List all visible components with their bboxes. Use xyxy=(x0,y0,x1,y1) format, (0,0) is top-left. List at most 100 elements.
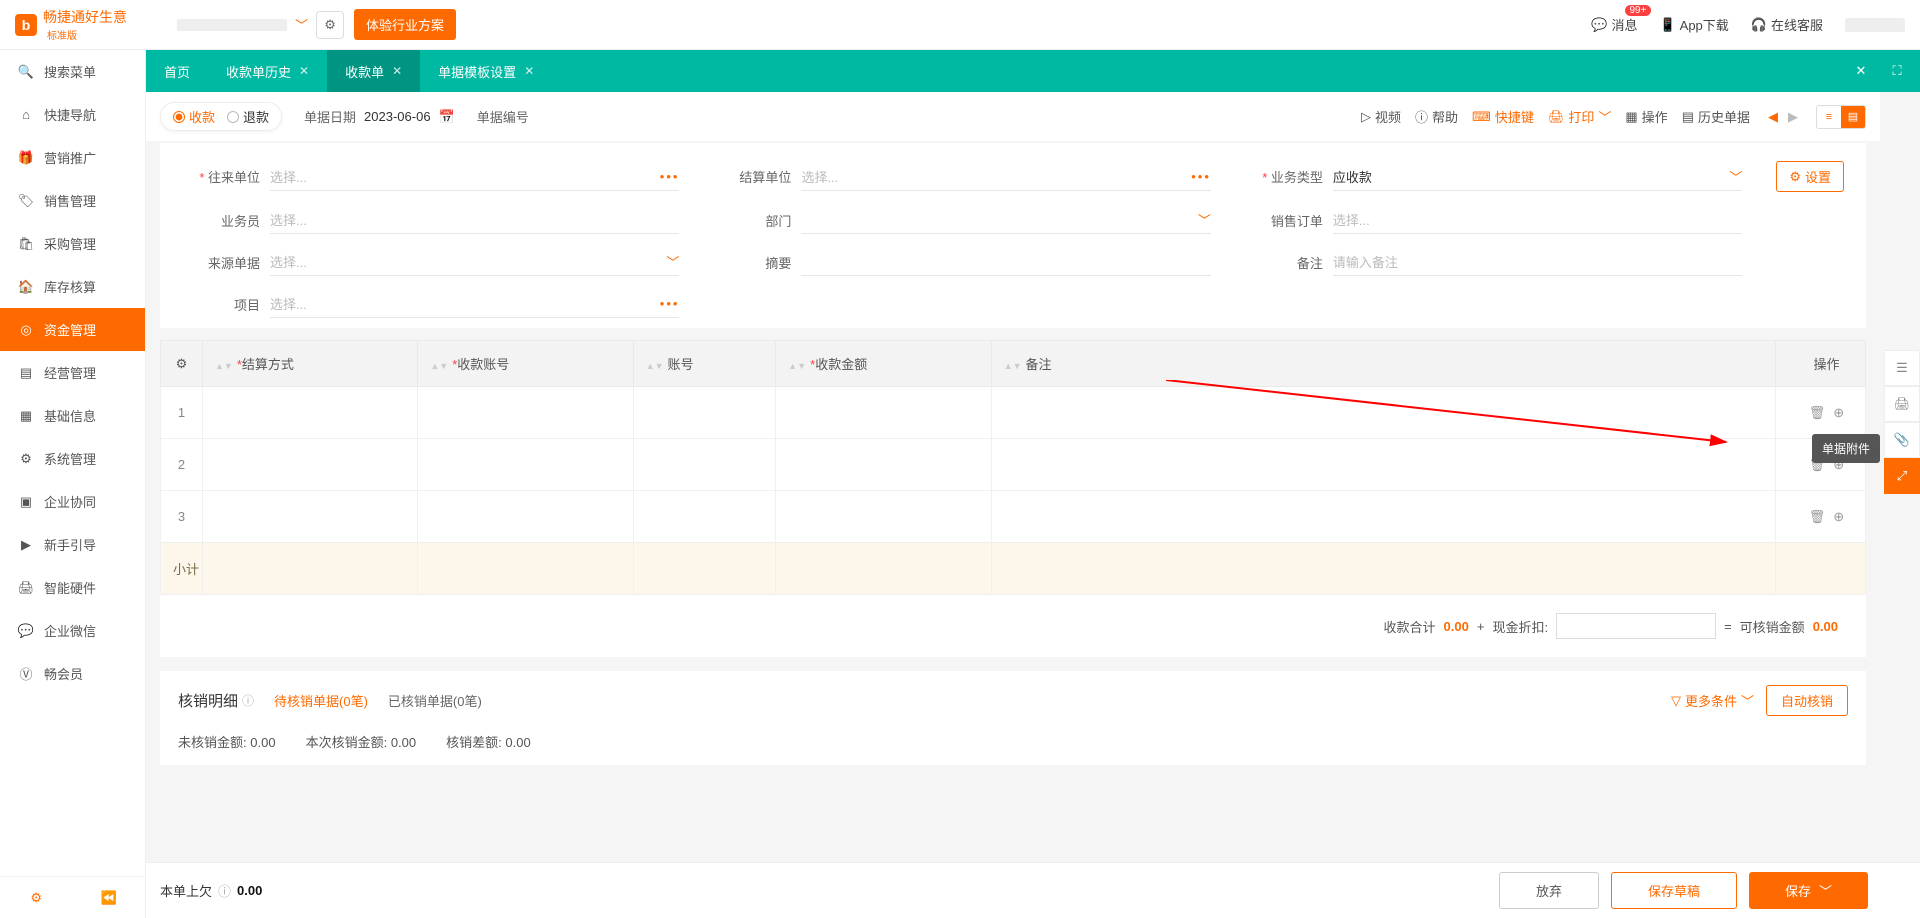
float-expand-icon[interactable]: ⤢ xyxy=(1884,458,1920,494)
settle-input[interactable]: 选择...••• xyxy=(801,163,1210,191)
col-amount[interactable]: ▲▼*收款金额 xyxy=(776,341,991,387)
app-download-button[interactable]: 📱 App下载 xyxy=(1659,15,1728,34)
sidebar-item-marketing[interactable]: 🎁营销推广 xyxy=(0,136,145,179)
settings-button[interactable]: ⚙设置 xyxy=(1776,161,1844,192)
float-attachment-icon[interactable]: 📎 xyxy=(1884,422,1920,458)
sidebar-item-hardware[interactable]: 🖨智能硬件 xyxy=(0,566,145,609)
toolbar-hotkeys[interactable]: ⌨快捷键 xyxy=(1472,107,1534,126)
close-icon[interactable]: ✕ xyxy=(299,64,309,78)
view-list[interactable]: ≡ xyxy=(1817,106,1841,128)
fullscreen-button[interactable]: ⛶ xyxy=(1882,56,1912,86)
sidebar-item-sales[interactable]: 🏷销售管理 xyxy=(0,179,145,222)
save-button[interactable]: 保存﹀ xyxy=(1749,872,1868,909)
delete-row-icon[interactable]: 🗑 xyxy=(1809,405,1826,420)
sidebar-item-baseinfo[interactable]: ▦基础信息 xyxy=(0,394,145,437)
col-account[interactable]: ▲▼*收款账号 xyxy=(418,341,633,387)
sidebar-item-inventory[interactable]: 🏠库存核算 xyxy=(0,265,145,308)
table-row[interactable]: 1🗑⊕ xyxy=(161,387,1866,439)
add-row-icon[interactable]: ⊕ xyxy=(1833,509,1844,524)
chevron-down-icon: ﹀ xyxy=(1598,107,1611,126)
table-row[interactable]: 2🗑⊕ xyxy=(161,439,1866,491)
totals-row: 收款合计 0.00 + 现金折扣: = 可核销金额 0.00 xyxy=(174,595,1852,657)
toolbar-print[interactable]: 🖨打印﹀ xyxy=(1548,107,1612,126)
save-draft-button[interactable]: 保存草稿 xyxy=(1611,872,1737,909)
top-gear-button[interactable]: ⚙ xyxy=(316,11,344,39)
view-form[interactable]: ▤ xyxy=(1841,106,1865,128)
tab-receipt[interactable]: 收款单✕ xyxy=(327,50,420,92)
footer-bar: 本单上欠ⓘ0.00 放弃 保存草稿 保存﹀ xyxy=(146,862,1920,918)
add-row-icon[interactable]: ⊕ xyxy=(1833,405,1844,420)
trial-button[interactable]: 体验行业方案 xyxy=(354,9,456,40)
col-remark[interactable]: ▲▼备注 xyxy=(991,341,1775,387)
sidebar-footer-collapse[interactable]: ⏪ xyxy=(73,877,146,918)
sidebar-item-search[interactable]: 🔍搜索菜单 xyxy=(0,50,145,93)
order-input[interactable]: 选择... xyxy=(1333,206,1742,234)
org-selector[interactable]: ﹀ xyxy=(177,15,308,34)
summary-input[interactable] xyxy=(801,248,1210,276)
logo-icon: b xyxy=(15,14,37,36)
party-input[interactable]: 选择...••• xyxy=(270,163,679,191)
sidebar-item-quicknav[interactable]: ⌂快捷导航 xyxy=(0,93,145,136)
guide-icon: ▶ xyxy=(18,537,34,553)
sidebar-item-member[interactable]: Ⓥ畅会员 xyxy=(0,652,145,695)
close-icon[interactable]: ✕ xyxy=(524,64,534,78)
float-print-icon[interactable]: 🖨 xyxy=(1884,386,1920,422)
warehouse-icon: 🏠 xyxy=(18,279,34,295)
action-row: 收款 退款 单据日期 2023-06-06 📅 单据编号 ▷视频 ⓘ帮助 ⌨快捷… xyxy=(146,92,1880,141)
tab-history[interactable]: 收款单历史✕ xyxy=(208,50,327,92)
pending-tab[interactable]: 待核销单据(0笔) xyxy=(274,691,368,710)
chat-icon: 💬 xyxy=(1591,17,1607,33)
close-all-button[interactable]: ✕ xyxy=(1846,56,1876,86)
sidebar-footer-gear[interactable]: ⚙ xyxy=(0,877,73,918)
toolbar-history[interactable]: ▤历史单据 xyxy=(1682,107,1750,126)
source-input[interactable]: 选择...﹀ xyxy=(270,248,679,276)
delete-row-icon[interactable]: 🗑 xyxy=(1809,509,1826,524)
table-config-button[interactable]: ⚙ xyxy=(161,341,203,387)
close-icon[interactable]: ✕ xyxy=(392,64,402,78)
sidebar-item-collab[interactable]: ▣企业协同 xyxy=(0,480,145,523)
dept-input[interactable]: ﹀ xyxy=(801,206,1210,234)
sidebar-item-system[interactable]: ⚙系统管理 xyxy=(0,437,145,480)
radio-receipt[interactable]: 收款 xyxy=(173,107,215,126)
search-icon: 🔍 xyxy=(18,64,34,80)
toolbar-video[interactable]: ▷视频 xyxy=(1361,107,1401,126)
main: 首页 收款单历史✕ 收款单✕ 单据模板设置✕ ✕ ⛶ 收款 退款 单据日期 xyxy=(146,50,1920,918)
table-row[interactable]: 3🗑⊕ xyxy=(161,491,1866,543)
float-draft-icon[interactable]: ☰ xyxy=(1884,350,1920,386)
sidebar-item-onboarding[interactable]: ▶新手引导 xyxy=(0,523,145,566)
code-label: 单据编号 xyxy=(477,107,529,126)
auto-writeoff-button[interactable]: 自动核销 xyxy=(1766,685,1848,716)
calendar-icon[interactable]: 📅 xyxy=(439,109,455,125)
receipt-type-radio: 收款 退款 xyxy=(160,102,282,131)
sidebar-item-purchase[interactable]: 🛍采购管理 xyxy=(0,222,145,265)
support-button[interactable]: 🎧 在线客服 xyxy=(1751,15,1823,34)
system-icon: ⚙ xyxy=(18,451,34,467)
side-float-toolbar: ☰ 🖨 📎 ⤢ xyxy=(1884,350,1920,494)
tab-home[interactable]: 首页 xyxy=(146,50,208,92)
toolbar-help[interactable]: ⓘ帮助 xyxy=(1415,107,1458,126)
toolbar-actions[interactable]: ▦操作 xyxy=(1625,107,1667,126)
sidebar-item-funds[interactable]: ◎资金管理 xyxy=(0,308,145,351)
next-record-button[interactable]: ▶ xyxy=(1784,109,1802,125)
sidebar-item-operations[interactable]: ▤经营管理 xyxy=(0,351,145,394)
radio-refund[interactable]: 退款 xyxy=(227,107,269,126)
discard-button[interactable]: 放弃 xyxy=(1499,872,1599,909)
remark-input[interactable]: 请输入备注 xyxy=(1333,248,1742,276)
messages-button[interactable]: 💬 消息 99+ xyxy=(1591,15,1637,34)
topbar: b 畅捷通好生意 标准版 ﹀ ⚙ 体验行业方案 💬 消息 99+ 📱 App下载… xyxy=(0,0,1920,50)
date-value[interactable]: 2023-06-06 xyxy=(364,109,431,124)
help-icon[interactable]: ⓘ xyxy=(218,881,231,900)
col-settlement[interactable]: ▲▼*结算方式 xyxy=(203,341,418,387)
discount-input[interactable] xyxy=(1556,613,1716,639)
avatar[interactable] xyxy=(1845,18,1905,32)
more-conditions[interactable]: ▽更多条件﹀ xyxy=(1671,691,1754,710)
done-tab[interactable]: 已核销单据(0笔) xyxy=(388,691,482,710)
biztype-input[interactable]: 应收款﹀ xyxy=(1333,163,1742,191)
prev-record-button[interactable]: ◀ xyxy=(1764,109,1782,125)
sidebar-item-wechat[interactable]: 💬企业微信 xyxy=(0,609,145,652)
salesman-input[interactable]: 选择... xyxy=(270,206,679,234)
col-number[interactable]: ▲▼账号 xyxy=(633,341,776,387)
help-icon[interactable]: ⓘ xyxy=(242,692,254,709)
tab-template[interactable]: 单据模板设置✕ xyxy=(420,50,552,92)
project-input[interactable]: 选择...••• xyxy=(270,290,679,318)
